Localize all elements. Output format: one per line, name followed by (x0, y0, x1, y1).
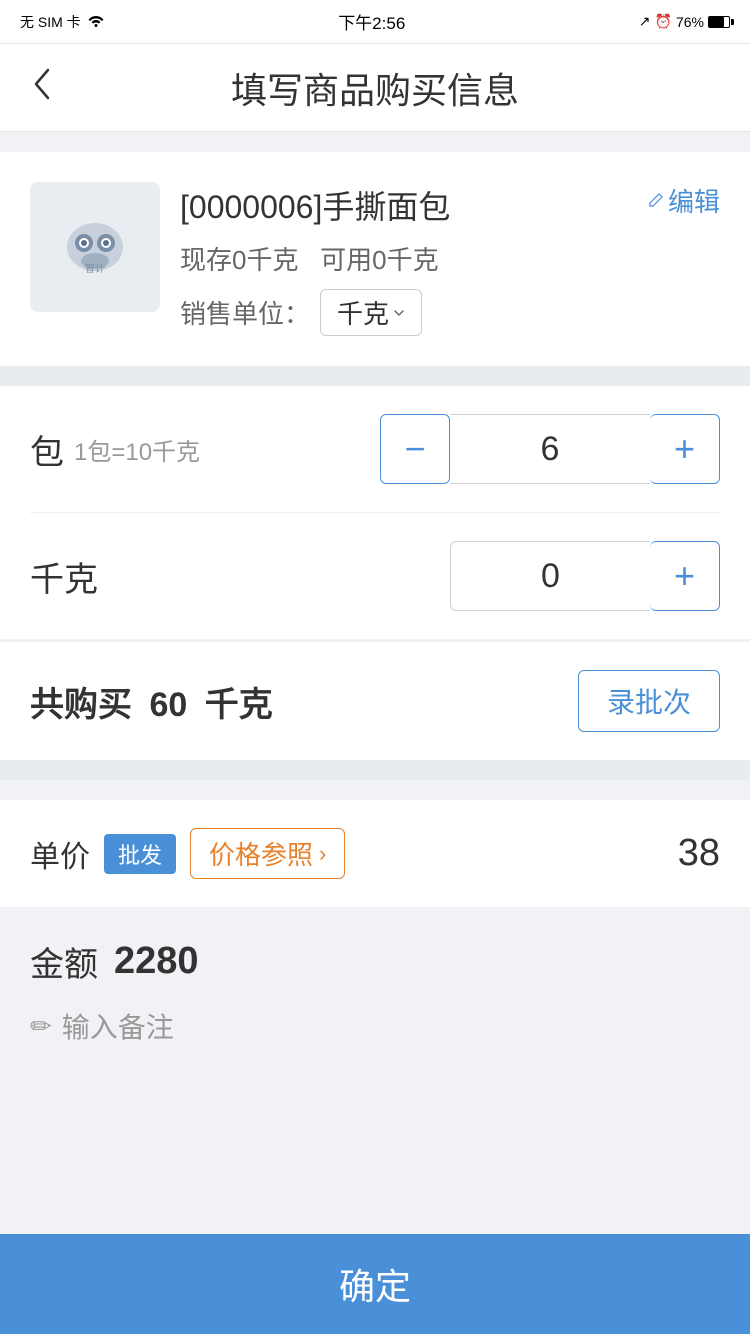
confirm-button[interactable]: 确定 (0, 1234, 750, 1334)
product-card: 智计 [0000006]手撕面包 编辑 现存0千克 可用0千克 销售单位： 千克 (0, 152, 750, 366)
nav-bar: 填写商品购买信息 (0, 44, 750, 132)
stock-value: 现存0千克 (180, 245, 298, 275)
price-label: 单价 (30, 832, 90, 876)
product-thumbnail: 智计 (30, 182, 160, 312)
amount-label: 金额 (30, 937, 98, 986)
battery-percent: 76% (676, 14, 704, 30)
bao-controls: − + (380, 414, 720, 484)
carrier-label: 无 SIM 卡 (20, 12, 81, 32)
total-text: 共购买 60 千克 (30, 677, 273, 726)
back-button[interactable] (30, 66, 80, 109)
bao-decrement-button[interactable]: − (380, 414, 450, 484)
section-divider-1 (0, 366, 750, 386)
bao-hint: 1包=10千克 (74, 432, 380, 467)
price-value: 38 (678, 832, 720, 875)
alarm-icon: ⏰ (655, 13, 672, 30)
available-value: 可用0千克 (320, 245, 438, 275)
amount-value: 2280 (114, 940, 199, 983)
price-section: 单价 批发 价格参照 › 38 (0, 800, 750, 907)
total-batch-section: 共购买 60 千克 录批次 (0, 641, 750, 760)
unit-value: 千克 (337, 294, 389, 331)
kg-label: 千克 (30, 552, 98, 601)
amount-row: 金额 2280 (30, 937, 720, 986)
status-right: ↗ ⏰ 76% (639, 13, 730, 30)
kg-input[interactable] (450, 541, 650, 611)
price-tag: 批发 (104, 834, 176, 874)
wifi-icon (87, 13, 105, 30)
status-bar: 无 SIM 卡 下午2:56 ↗ ⏰ 76% (0, 0, 750, 44)
section-divider-2 (0, 760, 750, 780)
total-suffix: 千克 (205, 686, 273, 724)
remark-placeholder: 输入备注 (62, 1006, 174, 1046)
price-ref-arrow: › (319, 841, 326, 867)
kg-input-row: 千克 + (30, 513, 720, 639)
price-ref-label: 价格参照 (209, 835, 313, 872)
confirm-label: 确定 (339, 1258, 411, 1310)
edit-button[interactable]: 编辑 (646, 182, 720, 219)
bao-increment-button[interactable]: + (650, 414, 720, 484)
kg-increment-button[interactable]: + (650, 541, 720, 611)
unit-label-text: 销售单位： (180, 294, 310, 331)
svg-text:智计: 智计 (85, 262, 105, 275)
batch-button[interactable]: 录批次 (578, 670, 720, 732)
product-name: [0000006]手撕面包 (180, 182, 450, 228)
product-top-row: [0000006]手撕面包 编辑 (180, 182, 720, 240)
status-time: 下午2:56 (338, 9, 405, 34)
location-icon: ↗ (639, 13, 651, 30)
bao-input[interactable] (450, 414, 650, 484)
price-ref-button[interactable]: 价格参照 › (190, 828, 345, 879)
remark-row[interactable]: ✏ 输入备注 (30, 1006, 720, 1046)
pencil-icon: ✏ (30, 1011, 52, 1042)
product-unit-row: 销售单位： 千克 (180, 289, 720, 336)
status-left: 无 SIM 卡 (20, 12, 105, 32)
amount-section: 金额 2280 ✏ 输入备注 (0, 907, 750, 1167)
edit-label: 编辑 (668, 182, 720, 219)
kg-controls: + (450, 541, 720, 611)
unit-select[interactable]: 千克 (320, 289, 422, 336)
product-info: [0000006]手撕面包 编辑 现存0千克 可用0千克 销售单位： 千克 (180, 182, 720, 336)
product-stock: 现存0千克 可用0千克 (180, 240, 720, 277)
total-prefix: 共购买 (30, 686, 132, 724)
input-section: 包 1包=10千克 − + 千克 + (0, 386, 750, 639)
bao-input-row: 包 1包=10千克 − + (30, 386, 720, 513)
total-amount: 60 (149, 686, 187, 724)
bao-label: 包 (30, 425, 64, 474)
page-title: 填写商品购买信息 (80, 62, 670, 114)
battery-icon (708, 16, 730, 28)
